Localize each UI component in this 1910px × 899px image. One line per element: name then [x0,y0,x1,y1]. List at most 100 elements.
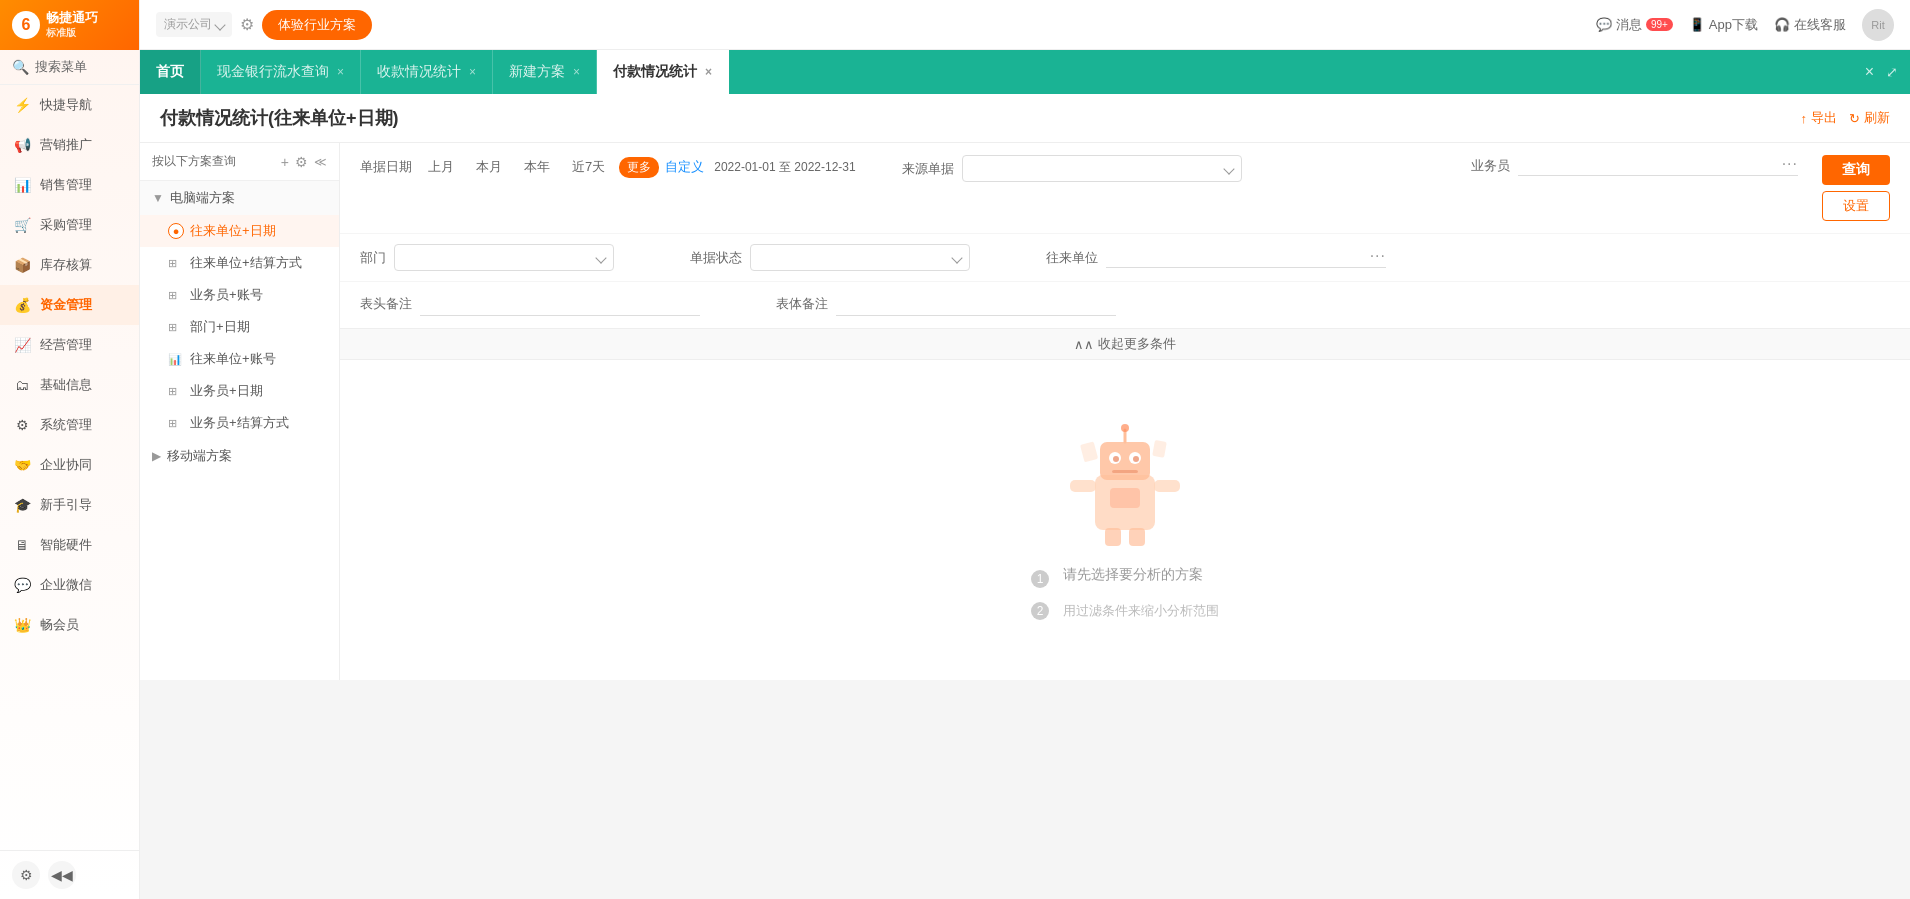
close-all-tabs-btn[interactable]: × [1861,59,1878,85]
body-remark-input[interactable] [836,292,1116,316]
sidebar-item-sales[interactable]: 📊 销售管理 [0,165,139,205]
member-icon: 👑 [12,615,32,635]
scheme-item-label: 往来单位+结算方式 [190,254,302,272]
app-download-btn[interactable]: 📱 App下载 [1689,16,1758,34]
doc-status-filter: 单据状态 [690,244,970,271]
sidebar-item-basic[interactable]: 🗂 基础信息 [0,365,139,405]
scheme-item-salesman-settle[interactable]: ⊞ 业务员+结算方式 [140,407,339,439]
salesman-more-btn[interactable]: ··· [1782,155,1798,173]
collapse-sidebar-btn[interactable]: ◀◀ [48,861,76,889]
operation-icon: 📈 [12,335,32,355]
tab-bank-flow[interactable]: 现金银行流水查询 × [201,50,361,94]
sidebar-item-finance[interactable]: 💰 资金管理 [0,285,139,325]
scheme-item-label: 业务员+日期 [190,382,263,400]
tab-collection-stats-close[interactable]: × [469,65,476,79]
sidebar-item-label: 基础信息 [40,376,92,394]
salesman-input-area: ··· [1518,155,1798,176]
scheme-item-label: 部门+日期 [190,318,250,336]
tab-new-scheme[interactable]: 新建方案 × [493,50,597,94]
download-icon: 📱 [1689,17,1705,32]
related-unit-more-btn[interactable]: ··· [1370,247,1386,265]
user-avatar[interactable]: Rit [1862,9,1894,41]
company-selector[interactable]: 演示公司 [156,12,232,37]
date-option-7days[interactable]: 近7天 [564,155,613,179]
refresh-btn[interactable]: ↻ 刷新 [1849,109,1890,127]
add-scheme-btn[interactable]: + [281,154,289,170]
page-header: 付款情况统计(往来单位+日期) ↑ 导出 ↻ 刷新 [140,94,1910,143]
hint-2-number: 2 [1031,602,1049,620]
dept-select[interactable] [394,244,614,271]
date-option-last-month[interactable]: 上月 [420,155,462,179]
online-service-label: 在线客服 [1794,16,1846,34]
scheme-item-unit-settle[interactable]: ⊞ 往来单位+结算方式 [140,247,339,279]
sidebar-item-marketing[interactable]: 📢 营销推广 [0,125,139,165]
pc-scheme-section-header[interactable]: ▼ 电脑端方案 [140,181,339,215]
industry-btn[interactable]: 体验行业方案 [262,10,372,40]
message-btn[interactable]: 💬 消息 99+ [1596,16,1673,34]
tab-new-scheme-close[interactable]: × [573,65,580,79]
pc-section-label: 电脑端方案 [170,189,235,207]
mobile-scheme-section[interactable]: ▶ 移动端方案 [140,439,339,473]
sidebar-item-wechat[interactable]: 💬 企业微信 [0,565,139,605]
sidebar-item-enterprise[interactable]: 🤝 企业协同 [0,445,139,485]
sidebar-item-guide[interactable]: 🎓 新手引导 [0,485,139,525]
date-option-this-year[interactable]: 本年 [516,155,558,179]
collapse-btn[interactable]: ∧∧ 收起更多条件 [340,328,1910,359]
scheme-item-salesman-date[interactable]: ⊞ 业务员+日期 [140,375,339,407]
scheme-item-dept-date[interactable]: ⊞ 部门+日期 [140,311,339,343]
collapse-scheme-btn[interactable]: ≪ [314,155,327,169]
sidebar-item-label: 营销推广 [40,136,92,154]
source-doc-select[interactable] [962,155,1242,182]
refresh-icon: ↻ [1849,111,1860,126]
source-label: 来源单据 [902,160,954,178]
settings-btn[interactable]: 设置 [1822,191,1890,221]
sidebar-item-quick-nav[interactable]: ⚡ 快捷导航 [0,85,139,125]
enterprise-icon: 🤝 [12,455,32,475]
tab-collection-stats[interactable]: 收款情况统计 × [361,50,493,94]
settings-footer-btn[interactable]: ⚙ [12,861,40,889]
date-option-more[interactable]: 更多 [619,157,659,178]
salesman-label: 业务员 [1471,157,1510,175]
header-remark-input[interactable] [420,292,700,316]
export-btn[interactable]: ↑ 导出 [1801,109,1838,127]
scheme-item-salesman-account[interactable]: ⊞ 业务员+账号 [140,279,339,311]
date-option-custom[interactable]: 自定义 [665,158,704,176]
body-remark-filter: 表体备注 [776,292,1116,316]
table-scheme-icon-2: ⊞ [168,287,184,303]
settings-btn-header[interactable]: ⚙ [240,15,254,34]
sidebar-item-operation[interactable]: 📈 经营管理 [0,325,139,365]
salesman-filter: 业务员 ··· [1441,155,1798,176]
date-options: 上月 本月 本年 近7天 更多 自定义 2022-01-01 至 2022-12… [420,155,856,179]
top-header: 演示公司 ⚙ 体验行业方案 💬 消息 99+ 📱 App下载 🎧 在线客服 Ri… [140,0,1910,50]
sidebar-item-purchase[interactable]: 🛒 采购管理 [0,205,139,245]
sidebar-item-member[interactable]: 👑 畅会员 [0,605,139,645]
sidebar-item-system[interactable]: ⚙ 系统管理 [0,405,139,445]
scheme-item-unit-account[interactable]: 📊 往来单位+账号 [140,343,339,375]
chevron-down-icon [216,17,224,32]
scheme-item-unit-date[interactable]: ● 往来单位+日期 [140,215,339,247]
tab-bank-flow-close[interactable]: × [337,65,344,79]
sidebar-item-label: 经营管理 [40,336,92,354]
doc-status-select[interactable] [750,244,970,271]
sales-icon: 📊 [12,175,32,195]
search-menu[interactable]: 🔍 搜索菜单 [0,50,139,85]
date-option-this-month[interactable]: 本月 [468,155,510,179]
sidebar-item-hardware[interactable]: 🖥 智能硬件 [0,525,139,565]
tab-payment-stats-close[interactable]: × [705,65,712,79]
tab-home-label: 首页 [156,63,184,81]
message-label: 消息 [1616,16,1642,34]
tab-home[interactable]: 首页 [140,50,201,94]
online-service-btn[interactable]: 🎧 在线客服 [1774,16,1846,34]
svg-rect-1 [1100,442,1150,480]
sidebar-item-inventory[interactable]: 📦 库存核算 [0,245,139,285]
maximize-btn[interactable]: ⤢ [1882,60,1902,84]
sidebar-item-label: 新手引导 [40,496,92,514]
scheme-settings-btn[interactable]: ⚙ [295,154,308,170]
system-icon: ⚙ [12,415,32,435]
query-btn[interactable]: 查询 [1822,155,1890,185]
scheme-panel-header: 按以下方案查询 + ⚙ ≪ [140,143,339,181]
tab-payment-stats[interactable]: 付款情况统计 × [597,50,729,94]
svg-rect-6 [1112,470,1138,473]
mobile-section-label: 移动端方案 [167,447,232,465]
inventory-icon: 📦 [12,255,32,275]
